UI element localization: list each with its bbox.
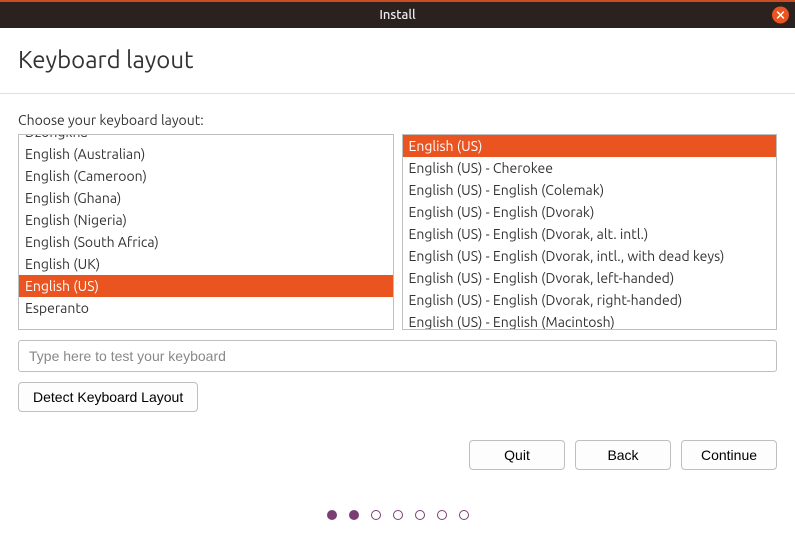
close-icon <box>776 11 785 20</box>
titlebar: Install <box>0 0 795 28</box>
variant-item[interactable]: English (US) - English (Colemak) <box>403 179 777 201</box>
layout-item[interactable]: English (Ghana) <box>19 187 393 209</box>
content-area: Keyboard layout Choose your keyboard lay… <box>0 28 795 520</box>
layout-item[interactable]: Esperanto <box>19 297 393 319</box>
variant-item[interactable]: English (US) - English (Dvorak, left-han… <box>403 267 777 289</box>
window-title: Install <box>379 8 415 22</box>
progress-dot <box>393 510 403 520</box>
progress-dot <box>459 510 469 520</box>
progress-dot <box>349 510 359 520</box>
variant-item[interactable]: English (US) - English (Dvorak) <box>403 201 777 223</box>
continue-button[interactable]: Continue <box>681 440 777 470</box>
page-heading: Keyboard layout <box>18 28 777 93</box>
variant-item[interactable]: English (US) <box>403 135 777 157</box>
layout-item[interactable]: English (Australian) <box>19 143 393 165</box>
footer-buttons: Quit Back Continue <box>18 440 777 470</box>
variant-item[interactable]: English (US) - English (Dvorak, right-ha… <box>403 289 777 311</box>
progress-dot <box>415 510 425 520</box>
progress-dot <box>327 510 337 520</box>
variant-item[interactable]: English (US) - English (Dvorak, alt. int… <box>403 223 777 245</box>
layout-item[interactable]: English (Nigeria) <box>19 209 393 231</box>
layout-listbox[interactable]: DzongkhaEnglish (Australian)English (Cam… <box>18 134 394 330</box>
progress-dots <box>18 510 777 520</box>
layout-item[interactable]: English (South Africa) <box>19 231 393 253</box>
divider <box>0 93 795 94</box>
close-button[interactable] <box>772 7 789 24</box>
back-button[interactable]: Back <box>575 440 671 470</box>
layout-item[interactable]: English (Cameroon) <box>19 165 393 187</box>
layout-item[interactable]: English (US) <box>19 275 393 297</box>
variant-item[interactable]: English (US) - English (Macintosh) <box>403 311 777 330</box>
variant-item[interactable]: English (US) - Cherokee <box>403 157 777 179</box>
variant-item[interactable]: English (US) - English (Dvorak, intl., w… <box>403 245 777 267</box>
progress-dot <box>371 510 381 520</box>
layout-item[interactable]: Dzongkha <box>19 134 393 143</box>
variant-listbox[interactable]: English (US)English (US) - CherokeeEngli… <box>402 134 778 330</box>
prompt-text: Choose your keyboard layout: <box>18 112 777 128</box>
layout-item[interactable]: English (UK) <box>19 253 393 275</box>
keyboard-test-input[interactable] <box>18 340 777 372</box>
progress-dot <box>437 510 447 520</box>
quit-button[interactable]: Quit <box>469 440 565 470</box>
layout-lists: DzongkhaEnglish (Australian)English (Cam… <box>18 134 777 330</box>
detect-layout-button[interactable]: Detect Keyboard Layout <box>18 382 198 412</box>
